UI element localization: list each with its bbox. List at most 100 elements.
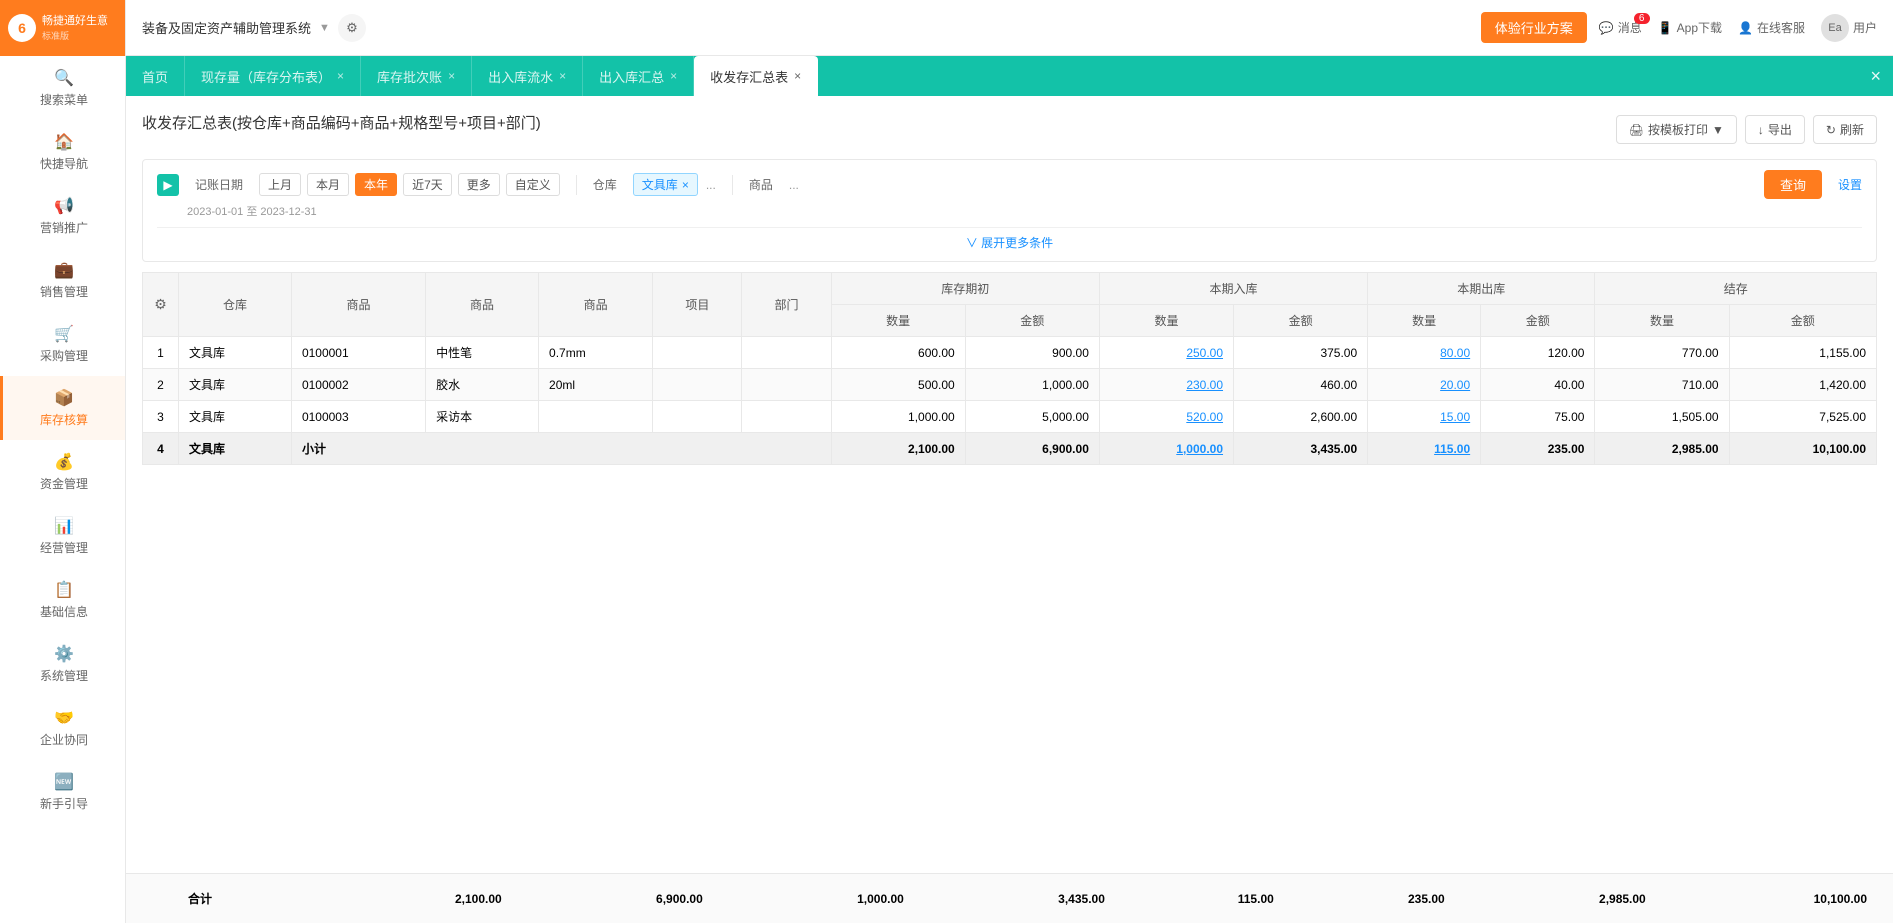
filter-collapse-btn[interactable]: ▶ <box>157 174 179 196</box>
sidebar-item-label: 搜索菜单 <box>40 91 88 108</box>
th-balance-qty: 数量 <box>1595 305 1729 337</box>
th-gear[interactable]: ⚙ <box>143 273 179 337</box>
message-badge: 6 <box>1634 13 1650 24</box>
filter-bar: ▶ 记账日期 上月 本月 本年 近7天 更多 自定义 仓库 文具库 <box>142 159 1877 262</box>
warehouse-more[interactable]: ... <box>706 178 716 192</box>
sidebar-item-operations[interactable]: 📊 经营管理 <box>0 504 125 568</box>
online-service-action[interactable]: 👤 在线客服 <box>1738 19 1805 36</box>
user-action[interactable]: Ea 用户 <box>1821 14 1877 42</box>
subtotal-opening-amt: 6,900.00 <box>965 433 1099 465</box>
filter-expand-btn[interactable]: ∨ 展开更多条件 <box>157 227 1862 251</box>
tab-inventory-dist[interactable]: 现存量（库存分布表） × <box>185 56 361 96</box>
row-out-qty[interactable]: 15.00 <box>1368 401 1481 433</box>
data-table: ⚙ 仓库 商品 商品 商品 项目 部门 库存期初 本期入库 本期出库 结存 <box>142 272 1877 465</box>
sidebar-item-guide[interactable]: 🆕 新手引导 <box>0 760 125 824</box>
this-year-btn[interactable]: 本年 <box>355 173 397 196</box>
tab-home[interactable]: 首页 <box>126 56 185 96</box>
sidebar-item-label: 快捷导航 <box>40 155 88 172</box>
system-name: 装备及固定资产辅助管理系统 <box>142 18 311 37</box>
subtotal-out-qty[interactable]: 115.00 <box>1368 433 1481 465</box>
recent7-btn[interactable]: 近7天 <box>403 173 452 196</box>
goods-more[interactable]: ... <box>789 178 799 192</box>
expand-label: ∨ 展开更多条件 <box>966 236 1053 250</box>
footer-out-amt: 235.00 <box>1284 886 1455 911</box>
th-out: 本期出库 <box>1368 273 1595 305</box>
print-button[interactable]: 🖨 按模板打印 ▼ <box>1616 115 1737 144</box>
service-icon: 👤 <box>1738 21 1753 35</box>
sidebar-item-label: 系统管理 <box>40 667 88 684</box>
more-btn[interactable]: 更多 <box>458 173 500 196</box>
tab-inventory-dist-close[interactable]: × <box>337 69 344 83</box>
sidebar-item-inventory[interactable]: 📦 库存核算 <box>0 376 125 440</box>
row-in-qty[interactable]: 520.00 <box>1099 401 1233 433</box>
row-goods-name: 中性笔 <box>426 337 539 369</box>
th-warehouse: 仓库 <box>179 273 292 337</box>
filter-divider <box>576 175 577 195</box>
row-in-amt: 460.00 <box>1234 369 1368 401</box>
row-goods-name: 胶水 <box>426 369 539 401</box>
tab-recv-send-label: 收发存汇总表 <box>710 67 788 86</box>
sidebar-item-finance[interactable]: 💰 资金管理 <box>0 440 125 504</box>
footer-balance-qty: 2,985.00 <box>1455 886 1656 911</box>
main-area: 装备及固定资产辅助管理系统 ▼ ⚙ 体验行业方案 💬 消息 6 📱 App下载 … <box>126 0 1893 923</box>
tab-home-label: 首页 <box>142 67 168 86</box>
tab-in-out-flow-close[interactable]: × <box>559 69 566 83</box>
row-num: 3 <box>143 401 179 433</box>
tab-in-out-summary[interactable]: 出入库汇总 × <box>583 56 694 96</box>
subtotal-in-qty[interactable]: 1,000.00 <box>1099 433 1233 465</box>
row-balance-amt: 7,525.00 <box>1729 401 1876 433</box>
row-in-qty[interactable]: 230.00 <box>1099 369 1233 401</box>
th-in-amt: 金额 <box>1234 305 1368 337</box>
settings-gear[interactable]: ⚙ <box>338 14 366 42</box>
warehouse-tag-close[interactable]: × <box>682 178 689 192</box>
tab-batch[interactable]: 库存批次账 × <box>361 56 472 96</box>
tab-batch-close[interactable]: × <box>448 69 455 83</box>
subtotal-in-amt: 3,435.00 <box>1234 433 1368 465</box>
row-num: 1 <box>143 337 179 369</box>
sidebar-item-quick-nav[interactable]: 🏠 快捷导航 <box>0 120 125 184</box>
row-in-amt: 375.00 <box>1234 337 1368 369</box>
sidebar-item-sales[interactable]: 💼 销售管理 <box>0 248 125 312</box>
export-button[interactable]: ↓ 导出 <box>1745 115 1805 144</box>
row-department <box>742 401 831 433</box>
th-goods-name: 商品 <box>426 273 539 337</box>
sidebar-item-system[interactable]: ⚙️ 系统管理 <box>0 632 125 696</box>
sidebar-nav: 🔍 搜索菜单 🏠 快捷导航 📢 营销推广 💼 销售管理 🛒 采购管理 📦 库存核… <box>0 56 125 923</box>
filter-settings-link[interactable]: 设置 <box>1838 176 1862 193</box>
row-in-qty[interactable]: 250.00 <box>1099 337 1233 369</box>
date-filter-options: 上月 本月 本年 近7天 更多 自定义 <box>259 173 560 196</box>
warehouse-tag: 文具库 × <box>633 173 698 196</box>
sidebar-item-enterprise[interactable]: 🤝 企业协同 <box>0 696 125 760</box>
experience-button[interactable]: 体验行业方案 <box>1481 12 1587 43</box>
query-button[interactable]: 查询 <box>1764 170 1822 199</box>
sidebar-item-search[interactable]: 🔍 搜索菜单 <box>0 56 125 120</box>
message-action[interactable]: 💬 消息 6 <box>1599 19 1642 36</box>
close-all-tabs[interactable]: × <box>1858 56 1893 96</box>
th-in-qty: 数量 <box>1099 305 1233 337</box>
sidebar-tag: 标准版 <box>42 29 108 42</box>
tab-in-out-flow[interactable]: 出入库流水 × <box>472 56 583 96</box>
tabbar: 首页 现存量（库存分布表） × 库存批次账 × 出入库流水 × 出入库汇总 × … <box>126 56 1893 96</box>
row-out-qty[interactable]: 80.00 <box>1368 337 1481 369</box>
this-month-btn[interactable]: 本月 <box>307 173 349 196</box>
home-icon: 🏠 <box>54 132 74 152</box>
date-range-display: 2023-01-01 至 2023-12-31 <box>187 203 1862 219</box>
sidebar-item-purchase[interactable]: 🛒 采购管理 <box>0 312 125 376</box>
tab-in-out-summary-close[interactable]: × <box>670 69 677 83</box>
sidebar-logo: 6 <box>8 14 36 42</box>
printer-icon: 🖨 <box>1629 123 1644 137</box>
th-balance: 结存 <box>1595 273 1877 305</box>
sidebar-item-basic-info[interactable]: 📋 基础信息 <box>0 568 125 632</box>
custom-btn[interactable]: 自定义 <box>506 173 560 196</box>
sidebar-item-label: 新手引导 <box>40 795 88 812</box>
row-in-amt: 2,600.00 <box>1234 401 1368 433</box>
prev-month-btn[interactable]: 上月 <box>259 173 301 196</box>
footer-balance-amt: 10,100.00 <box>1656 886 1877 911</box>
row-out-qty[interactable]: 20.00 <box>1368 369 1481 401</box>
export-icon: ↓ <box>1758 123 1764 137</box>
refresh-button[interactable]: ↻ 刷新 <box>1813 115 1877 144</box>
tab-recv-send-summary[interactable]: 收发存汇总表 × <box>694 56 818 96</box>
sidebar-item-marketing[interactable]: 📢 营销推广 <box>0 184 125 248</box>
tab-recv-send-close[interactable]: × <box>794 69 801 83</box>
app-download-action[interactable]: 📱 App下载 <box>1658 19 1722 36</box>
